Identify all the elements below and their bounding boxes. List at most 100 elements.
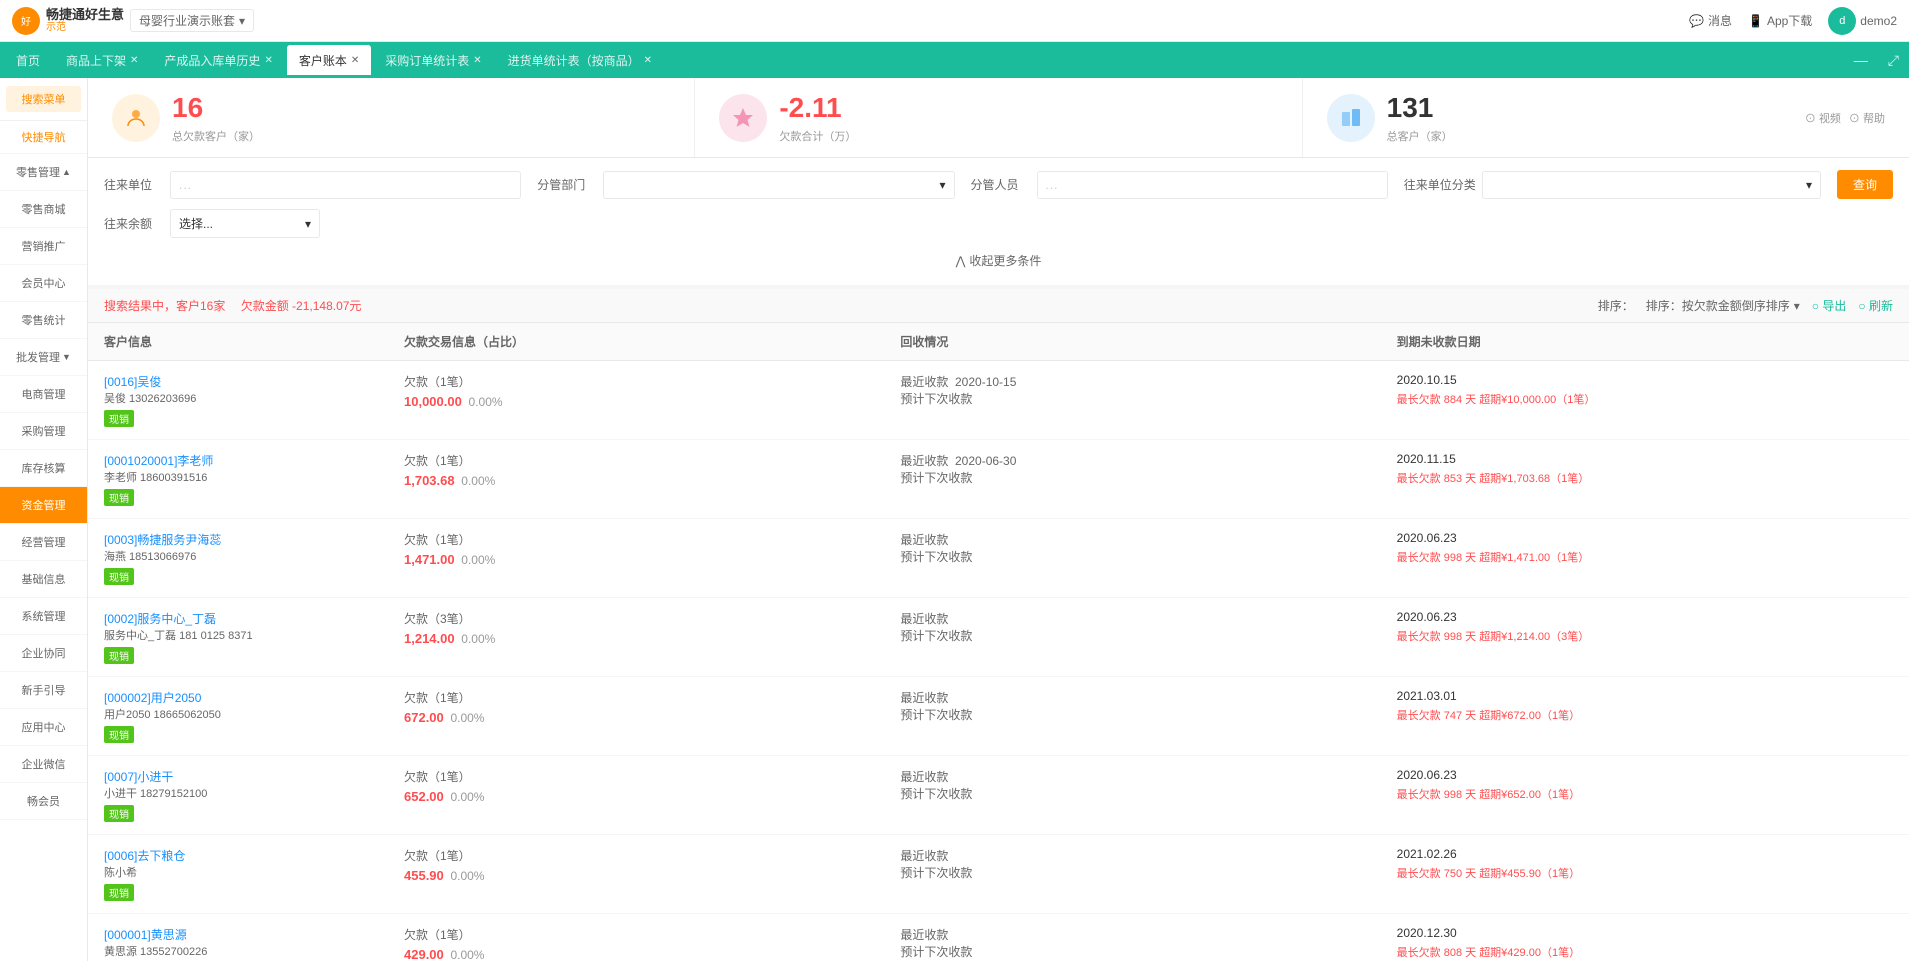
sidebar-item-quick-nav[interactable]: 快捷导航 [0,121,87,154]
sidebar-item-finance[interactable]: 资金管理 [0,487,87,524]
customer-name-link[interactable]: [0003]畅捷服务尹海蕊 [104,533,221,547]
filter-balance-wrapper: 往来余额 选择... ▾ [104,209,1893,238]
customer-name-link[interactable]: [0016]吴俊 [104,375,161,389]
app-download-button[interactable]: 📱 App下载 [1748,12,1812,29]
overdue-link[interactable]: 超期¥1,471.00（1笔） [1479,552,1589,564]
top-right-area: 💬 消息 📱 App下载 d demo2 [1689,7,1897,35]
collapse-button[interactable]: ⋀ 收起更多条件 [104,248,1893,273]
payment-info-cell: 最近收款 2020-06-30 预计下次收款 [900,452,1396,486]
tab-bar: 首页 商品上下架 ✕ 产成品入库单历史 ✕ 客户账本 ✕ 采购订单统计表 ✕ 进… [0,42,1909,78]
sidebar-item-marketing[interactable]: 营销推广 [0,228,87,265]
sidebar-item-system[interactable]: 系统管理 [0,598,87,635]
customer-name-link[interactable]: [0002]服务中心_丁磊 [104,612,216,626]
tab-bar-controls: — ⤢ [1848,50,1905,71]
tab-customer-ledger[interactable]: 客户账本 ✕ [287,45,371,75]
filter-category-select[interactable]: ▾ [1482,171,1821,199]
due-date: 2020.06.23 [1397,531,1893,545]
sidebar-item-beginner[interactable]: 新手引导 [0,672,87,709]
customer-name-link[interactable]: [000002]用户2050 [104,691,201,705]
sidebar-item-purchase-mgmt[interactable]: 采购管理 [0,413,87,450]
filter-dept-select[interactable]: ▾ [603,171,954,199]
tab-purchase-summary[interactable]: 采购订单统计表 ✕ [373,45,493,75]
overdue-link[interactable]: 超期¥652.00（1笔） [1479,789,1580,801]
sidebar-item-enterprise[interactable]: 企业协同 [0,635,87,672]
customer-phone: 黄思源 13552700226 [104,943,404,959]
results-bar: 搜索结果中，客户16家 欠款金额 -21,148.07元 排序： 排序：按欠款金… [88,289,1909,323]
sidebar-item-wechat[interactable]: 企业微信 [0,746,87,783]
customer-info-cell: [0001020001]李老师 李老师 18600391516 现销 [104,452,404,506]
stat-label-total-customers: 总客户（家） [1387,128,1453,144]
due-date: 2020.06.23 [1397,768,1893,782]
customer-name-link[interactable]: [0001020001]李老师 [104,454,213,468]
debt-count: 欠款（1笔） [404,768,900,785]
tab-close-icon[interactable]: ✕ [130,55,138,66]
customer-tag: 现销 [104,647,134,664]
refresh-button[interactable]: ○ 刷新 [1858,297,1893,314]
sidebar-item-inventory[interactable]: 库存核算 [0,450,87,487]
due-date: 2020.10.15 [1397,373,1893,387]
sidebar-item-retail-stats[interactable]: 零售统计 [0,302,87,339]
sidebar-item-retail-mall[interactable]: 零售商城 [0,191,87,228]
tab-close-icon[interactable]: ✕ [351,55,359,66]
sidebar-item-wholesale-mgmt[interactable]: 批发管理 ▼ [0,339,87,376]
tab-close-icon[interactable]: ✕ [644,55,652,66]
tab-maximize-button[interactable]: ⤢ [1882,50,1905,71]
debt-info-cell: 欠款（1笔） 455.90 0.00% [404,847,900,883]
customer-tag: 现销 [104,489,134,506]
view-video-button[interactable]: ⊙ 视频 [1805,110,1841,126]
customer-name-link[interactable]: [0006]去下粮仓 [104,849,185,863]
filter-person-wrapper: 分管人员 ... [971,171,1388,199]
tab-purchase-by-product[interactable]: 进货单统计表（按商品） ✕ [496,45,664,75]
message-button[interactable]: 💬 消息 [1689,12,1732,29]
tab-label: 产成品入库单历史 [164,52,260,69]
due-date: 2020.11.15 [1397,452,1893,466]
tab-minimize-button[interactable]: — [1848,50,1874,70]
tab-home[interactable]: 首页 [4,45,52,75]
tab-close-icon[interactable]: ✕ [264,55,272,66]
sidebar-item-ecommerce[interactable]: 电商管理 [0,376,87,413]
overdue-link[interactable]: 超期¥455.90（1笔） [1479,868,1580,880]
user-menu[interactable]: d demo2 [1828,7,1897,35]
sidebar: 搜索菜单 快捷导航 零售管理 ▲ 零售商城 营销推广 会员中心 零售统计 批发管… [0,78,88,961]
filter-balance-select[interactable]: 选择... ▾ [170,209,320,238]
filter-partner-input[interactable]: ... [170,171,521,199]
sidebar-item-retail-mgmt[interactable]: 零售管理 ▲ [0,154,87,191]
sort-selector[interactable]: 排序：按欠款金额倒序排序 ▾ [1646,297,1800,314]
tab-close-icon[interactable]: ✕ [473,55,481,66]
next-payment: 预计下次收款 [900,706,1396,723]
overdue-link[interactable]: 超期¥429.00（1笔） [1479,947,1580,959]
customer-name-link[interactable]: [0007]小进干 [104,770,173,784]
industry-selector[interactable]: 母婴行业演示账套 ▾ [130,9,254,32]
search-menu-button[interactable]: 搜索菜单 [6,86,81,112]
payment-info-cell: 最近收款 预计下次收款 [900,768,1396,802]
filter-partner-label: 往来单位 [104,176,164,193]
filter-person-input[interactable]: ... [1037,171,1388,199]
overdue-link[interactable]: 超期¥1,703.68（1笔） [1479,473,1589,485]
sidebar-item-basic-info[interactable]: 基础信息 [0,561,87,598]
tab-products-on-off[interactable]: 商品上下架 ✕ [54,45,150,75]
customer-phone: 用户2050 18665062050 [104,706,404,722]
debt-count: 欠款（1笔） [404,373,900,390]
customer-tag: 现销 [104,884,134,901]
sidebar-label: 零售管理 [16,164,60,180]
tab-label: 进货单统计表（按商品） [508,52,640,69]
query-button[interactable]: 查询 [1837,170,1893,199]
sidebar-item-member[interactable]: 畅会员 [0,783,87,820]
tab-production-history[interactable]: 产成品入库单历史 ✕ [152,45,284,75]
overdue-link[interactable]: 超期¥10,000.00（1笔） [1479,394,1595,406]
sidebar-item-operations[interactable]: 经营管理 [0,524,87,561]
content-area: 16 总欠款客户（家） -2.11 欠款合计（万） 131 [88,78,1909,961]
debt-amount: 652.00 [404,789,444,804]
help-button[interactable]: ⊙ 帮助 [1849,110,1885,126]
customer-name-link[interactable]: [000001]黄思源 [104,928,187,942]
export-button[interactable]: ○ 导出 [1812,297,1847,314]
debt-info-cell: 欠款（1笔） 1,703.68 0.00% [404,452,900,488]
overdue-link[interactable]: 超期¥1,214.00（3笔） [1479,631,1589,643]
overdue-link[interactable]: 超期¥672.00（1笔） [1479,710,1580,722]
table-header: 客户信息 欠款交易信息（占比） 回收情况 到期未收款日期 [88,323,1909,361]
payment-info-cell: 最近收款 预计下次收款 [900,610,1396,644]
sidebar-item-member-center[interactable]: 会员中心 [0,265,87,302]
debt-info-cell: 欠款（1笔） 1,471.00 0.00% [404,531,900,567]
stat-total-debt: -2.11 欠款合计（万） [695,78,1302,157]
sidebar-item-apps[interactable]: 应用中心 [0,709,87,746]
